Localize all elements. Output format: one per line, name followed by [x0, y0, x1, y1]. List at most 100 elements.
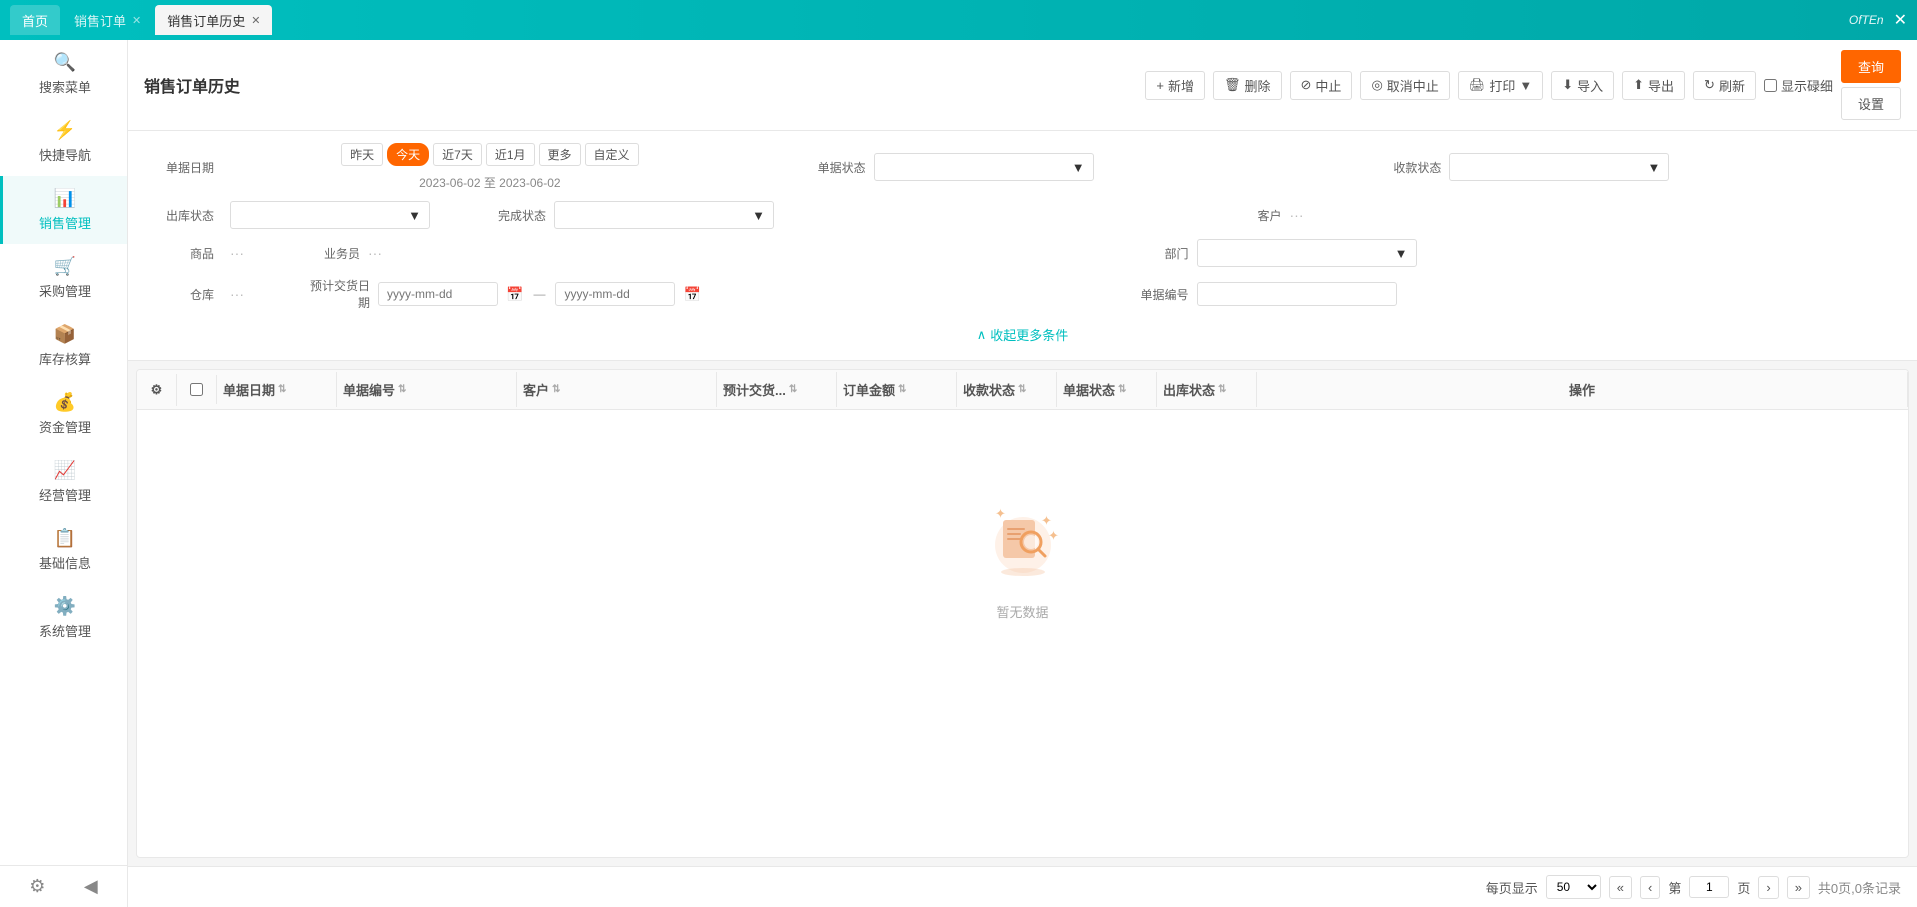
per-page-label: 每页显示: [1486, 878, 1538, 897]
th-ship-status-sort[interactable]: ⇅: [1218, 384, 1226, 395]
import-button[interactable]: ⬇ 导入: [1551, 71, 1614, 100]
start-date-calendar-icon[interactable]: 📅: [506, 286, 523, 303]
sidebar-item-operations[interactable]: 📈 经营管理: [0, 448, 127, 516]
warehouse-ellipsis[interactable]: ···: [230, 286, 244, 302]
tab-sales-order-close[interactable]: ✕: [132, 14, 141, 27]
print-button[interactable]: 🖨 打印 ▼: [1458, 71, 1543, 100]
th-delivery-sort[interactable]: ⇅: [789, 384, 797, 395]
first-page-button[interactable]: «: [1609, 876, 1632, 899]
topbar-close-icon[interactable]: ✕: [1894, 10, 1907, 30]
goods-ellipsis[interactable]: ···: [230, 245, 244, 261]
next-page-button[interactable]: ›: [1758, 876, 1778, 899]
display-cols-label: 显示碌细: [1781, 76, 1833, 95]
customer-label: 客户: [1222, 207, 1282, 224]
payment-status-select[interactable]: ▼: [1449, 153, 1669, 181]
th-amount-label: 订单金额: [843, 380, 895, 399]
th-action: 操作: [1257, 372, 1908, 407]
delete-icon: 🗑: [1224, 77, 1241, 93]
th-pay-status-sort[interactable]: ⇅: [1018, 384, 1026, 395]
sidebar-item-basic-info[interactable]: 📋 基础信息: [0, 516, 127, 584]
filter-section: 单据日期 昨天 今天 近7天 近1月 更多 自定义 2023-06-02 至 2…: [128, 131, 1917, 361]
filter-row-4: 仓库 ··· 预计交货日期 📅 — 📅 单据编号: [144, 277, 1901, 311]
collapse-icon: ∧: [977, 327, 987, 343]
th-customer: 客户 ⇅: [517, 372, 717, 407]
settings-button[interactable]: 设置: [1841, 87, 1901, 120]
per-page-select[interactable]: 50 10 20 100: [1546, 875, 1601, 899]
tab-sales-order[interactable]: 销售订单 ✕: [62, 5, 153, 35]
display-cols-checkbox[interactable]: [1764, 79, 1777, 92]
display-cols-checkbox-wrapper[interactable]: 显示碌细: [1764, 76, 1833, 95]
expected-date-end[interactable]: [555, 282, 675, 306]
top-bar: 首页 销售订单 ✕ 销售订单历史 ✕ OfTEn ✕: [0, 0, 1917, 40]
prev-page-button[interactable]: ‹: [1640, 876, 1660, 899]
expected-date-label: 预计交货日期: [300, 277, 370, 311]
refresh-button[interactable]: ↻ 刷新: [1693, 71, 1756, 100]
sidebar-item-system[interactable]: ⚙️ 系统管理: [0, 584, 127, 652]
purchase-icon: 🛒: [54, 256, 76, 277]
select-all-checkbox[interactable]: [190, 383, 203, 396]
main-layout: 🔍 搜索菜单 ⚡ 快捷导航 📊 销售管理 🛒 采购管理 📦 库存核算 💰 资金管…: [0, 40, 1917, 907]
date-btn-yesterday[interactable]: 昨天: [341, 143, 383, 166]
salesperson-ellipsis[interactable]: ···: [368, 245, 382, 261]
cancel-stop-button[interactable]: ◎ 取消中止: [1360, 71, 1449, 100]
sidebar-item-sales[interactable]: 📊 销售管理: [0, 176, 127, 244]
payment-status-chevron: ▼: [1647, 160, 1660, 175]
delete-button[interactable]: 🗑 删除: [1213, 71, 1282, 100]
tab-sales-order-history[interactable]: 销售订单历史 ✕: [155, 5, 272, 35]
th-customer-sort[interactable]: ⇅: [552, 384, 560, 395]
sidebar-item-search-label: 搜索菜单: [39, 77, 91, 96]
complete-status-select[interactable]: ▼: [554, 201, 774, 229]
order-status-label: 单据状态: [806, 159, 866, 176]
tab-home[interactable]: 首页: [10, 5, 60, 35]
prev-page-icon: ‹: [1648, 880, 1652, 895]
date-btn-more[interactable]: 更多: [539, 143, 581, 166]
th-order-status-sort[interactable]: ⇅: [1118, 384, 1126, 395]
tab-sales-order-label: 销售订单: [74, 11, 126, 30]
print-dropdown-icon: ▼: [1519, 78, 1532, 93]
th-checkbox[interactable]: [177, 375, 217, 404]
sidebar-item-quick-nav[interactable]: ⚡ 快捷导航: [0, 108, 127, 176]
sidebar-item-finance-label: 资金管理: [39, 417, 91, 436]
page-label-before: 第: [1668, 878, 1681, 897]
add-button[interactable]: + 新增: [1145, 71, 1205, 100]
expected-date-start[interactable]: [378, 282, 498, 306]
export-button[interactable]: ⬆ 导出: [1622, 71, 1685, 100]
table-section: ⚙ 单据日期 ⇅ 单据编号 ⇅ 客户 ⇅ 预计交货...: [136, 369, 1909, 858]
last-page-button[interactable]: »: [1787, 876, 1810, 899]
th-date: 单据日期 ⇅: [217, 372, 337, 407]
ship-status-select[interactable]: ▼: [230, 201, 430, 229]
end-date-calendar-icon[interactable]: 📅: [683, 286, 700, 303]
sidebar-item-search[interactable]: 🔍 搜索菜单: [0, 40, 127, 108]
page-number-input[interactable]: [1689, 876, 1729, 898]
top-bar-right: OfTEn ✕: [1849, 10, 1907, 30]
sidebar-item-inventory[interactable]: 📦 库存核算: [0, 312, 127, 380]
th-settings[interactable]: ⚙: [137, 374, 177, 406]
customer-ellipsis[interactable]: ···: [1290, 207, 1304, 223]
settings-gear-icon[interactable]: ⚙: [151, 382, 163, 398]
date-btn-1month[interactable]: 近1月: [486, 143, 535, 166]
sidebar-item-finance[interactable]: 💰 资金管理: [0, 380, 127, 448]
sidebar-settings-icon[interactable]: ⚙: [29, 876, 45, 897]
operations-icon: 📈: [54, 460, 76, 481]
collapse-conditions[interactable]: ∧ 收起更多条件: [144, 321, 1901, 348]
tab-sales-order-history-close[interactable]: ✕: [251, 14, 260, 27]
order-no-input[interactable]: [1197, 282, 1397, 306]
th-date-sort[interactable]: ⇅: [278, 384, 286, 395]
stop-button[interactable]: ⊘ 中止: [1290, 71, 1353, 100]
sidebar-collapse-icon[interactable]: ◀: [84, 876, 98, 897]
th-amount-sort[interactable]: ⇅: [898, 384, 906, 395]
th-delivery: 预计交货... ⇅: [717, 372, 837, 407]
date-label: 单据日期: [144, 159, 214, 176]
date-btn-custom[interactable]: 自定义: [585, 143, 639, 166]
query-button[interactable]: 查询: [1841, 50, 1901, 83]
first-page-icon: «: [1617, 880, 1624, 895]
order-status-chevron: ▼: [1072, 160, 1085, 175]
department-select[interactable]: ▼: [1197, 239, 1417, 267]
sidebar-item-basic-info-label: 基础信息: [39, 553, 91, 572]
refresh-icon: ↻: [1704, 77, 1715, 93]
date-btn-7days[interactable]: 近7天: [433, 143, 482, 166]
date-btn-today[interactable]: 今天: [387, 143, 429, 166]
sidebar-item-purchase[interactable]: 🛒 采购管理: [0, 244, 127, 312]
th-num-sort[interactable]: ⇅: [398, 384, 406, 395]
order-status-select[interactable]: ▼: [874, 153, 1094, 181]
